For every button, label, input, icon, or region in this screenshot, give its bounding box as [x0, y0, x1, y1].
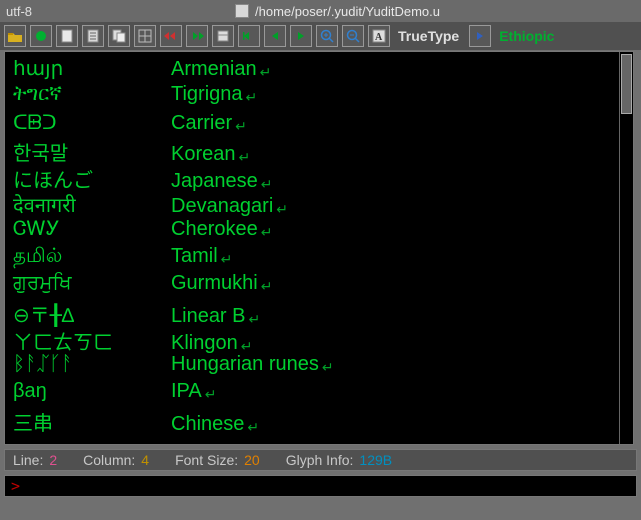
command-prompt: >: [11, 477, 20, 495]
glyph-value: 129B: [359, 452, 392, 468]
font-label: TrueType: [398, 28, 459, 44]
newline-icon: [276, 201, 288, 218]
editor-line[interactable]: ᛒᚨᛢᚴᚨHungarian runes: [13, 353, 625, 380]
native-text: ⊖〒╂∆: [13, 299, 171, 328]
settings-button[interactable]: [212, 25, 234, 47]
line-value: 2: [49, 452, 57, 468]
vertical-scrollbar[interactable]: [619, 52, 633, 444]
language-name: Klingon: [171, 332, 238, 355]
native-text: にほんご: [13, 164, 171, 193]
newline-icon: [261, 224, 273, 241]
record-button[interactable]: [30, 25, 52, 47]
native-text: ᛒᚨᛢᚴᚨ: [13, 353, 171, 376]
encoding-label: utf-8: [6, 4, 32, 19]
language-name: Carrier: [171, 112, 232, 135]
editor-line[interactable]: देवनागरीDevanagari: [13, 191, 625, 218]
zoom-in-button[interactable]: [316, 25, 338, 47]
editor-line[interactable]: ㄚㄈㄊㄎㄈKlingon: [13, 326, 625, 353]
glyph-label: Glyph Info:: [286, 452, 354, 468]
editor-line[interactable]: தமில்Tamil: [13, 245, 625, 272]
grid-button[interactable]: [134, 25, 156, 47]
column-value: 4: [141, 452, 149, 468]
editor-line[interactable]: βaŋIPA: [13, 380, 625, 407]
line-label: Line:: [13, 452, 43, 468]
scrollbar-thumb[interactable]: [621, 54, 632, 114]
language-name: Japanese: [171, 170, 258, 193]
editor-line[interactable]: 三串Chinese: [13, 407, 625, 434]
native-text: ᑕᗸᑐ: [13, 110, 171, 135]
editor-area[interactable]: հայրArmenianትግርኛTigrignaᑕᗸᑐCarrier한국말Kor…: [4, 51, 634, 445]
script-label: Ethiopic: [499, 28, 554, 44]
document-icon: [235, 4, 249, 18]
language-name: Linear B: [171, 305, 246, 328]
page-button[interactable]: [82, 25, 104, 47]
title-path-area: /home/poser/.yudit/YuditDemo.u: [40, 4, 635, 19]
open-file-button[interactable]: [4, 25, 26, 47]
language-name: Armenian: [171, 58, 257, 81]
new-file-button[interactable]: [56, 25, 78, 47]
language-name: Chinese: [171, 413, 244, 436]
native-text: βaŋ: [13, 380, 171, 403]
native-text: ᏣᎳᎩ: [13, 218, 171, 241]
editor-line[interactable]: հայրArmenian: [13, 56, 625, 83]
first-button[interactable]: [238, 25, 260, 47]
native-text: தமில்: [13, 245, 171, 270]
native-text: 한국말: [13, 137, 171, 166]
statusbar: Line: 2 Column: 4 Font Size: 20 Glyph In…: [4, 449, 637, 471]
next-button[interactable]: [290, 25, 312, 47]
editor-line[interactable]: ਗੁਰਮੁਖਿGurmukhi: [13, 272, 625, 299]
language-name: Tigrigna: [171, 83, 243, 106]
native-text: հայր: [13, 56, 171, 81]
column-label: Column:: [83, 452, 135, 468]
editor-line[interactable]: 한국말Korean: [13, 137, 625, 164]
language-name: Tamil: [171, 245, 218, 268]
svg-text:A: A: [375, 32, 383, 43]
newline-icon: [239, 149, 251, 166]
titlebar: utf-8 /home/poser/.yudit/YuditDemo.u: [0, 0, 641, 22]
editor-line[interactable]: ᏣᎳᎩCherokee: [13, 218, 625, 245]
newline-icon: [247, 419, 259, 436]
editor-line[interactable]: にほんごJapanese: [13, 164, 625, 191]
language-name: Cherokee: [171, 218, 258, 241]
fontsize-value: 20: [244, 452, 260, 468]
newline-icon: [260, 64, 272, 81]
newline-icon: [221, 251, 233, 268]
newline-icon: [235, 118, 247, 135]
file-path: /home/poser/.yudit/YuditDemo.u: [255, 4, 440, 19]
font-select-button[interactable]: A: [368, 25, 390, 47]
redo-button[interactable]: [186, 25, 208, 47]
newline-icon: [246, 89, 258, 106]
newline-icon: [261, 278, 273, 295]
zoom-out-button[interactable]: [342, 25, 364, 47]
editor-line[interactable]: ᑕᗸᑐCarrier: [13, 110, 625, 137]
native-text: ㄚㄈㄊㄎㄈ: [13, 326, 171, 355]
newline-icon: [322, 359, 334, 376]
native-text: देवनागरी: [13, 191, 171, 218]
newline-icon: [261, 176, 273, 193]
language-name: Gurmukhi: [171, 272, 258, 295]
script-select-button[interactable]: [469, 25, 491, 47]
newline-icon: [241, 338, 253, 355]
editor-line[interactable]: ⊖〒╂∆Linear B: [13, 299, 625, 326]
toolbar: A TrueType Ethiopic: [0, 22, 641, 50]
language-name: Devanagari: [171, 195, 273, 218]
language-name: IPA: [171, 380, 202, 403]
prev-button[interactable]: [264, 25, 286, 47]
fontsize-label: Font Size:: [175, 452, 238, 468]
native-text: 三串: [13, 407, 171, 436]
language-name: Hungarian runes: [171, 353, 319, 376]
editor-line[interactable]: ትግርኛTigrigna: [13, 83, 625, 110]
native-text: ትግርኛ: [13, 83, 171, 106]
undo-button[interactable]: [160, 25, 182, 47]
newline-icon: [205, 386, 217, 403]
command-input[interactable]: >: [4, 475, 637, 497]
native-text: ਗੁਰਮੁਖਿ: [13, 272, 171, 295]
copy-button[interactable]: [108, 25, 130, 47]
newline-icon: [249, 311, 261, 328]
language-name: Korean: [171, 143, 236, 166]
